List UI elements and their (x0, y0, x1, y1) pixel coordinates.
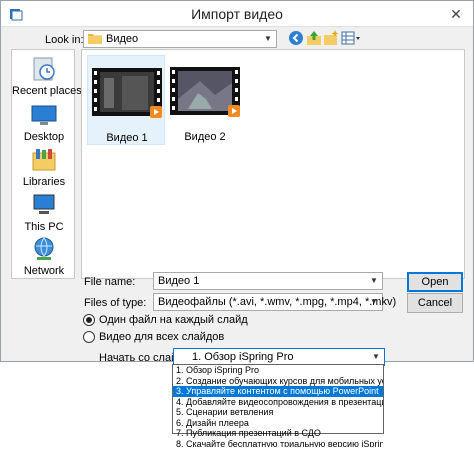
file-item-video-1[interactable]: Видео 1 (87, 55, 165, 145)
video-thumbnail-icon (92, 68, 162, 118)
dropdown-option[interactable]: 5. Сценарии ветвления (173, 407, 383, 418)
file-item-video-2[interactable]: Видео 2 (166, 55, 244, 145)
import-video-dialog: Импорт видео ✕ Look in: Видео ▼ Recent p… (0, 0, 474, 366)
radio-button[interactable] (83, 314, 95, 326)
dropdown-option-selected[interactable]: 3. Управляйте контентом с помощью PowerP… (173, 386, 383, 397)
place-label: Network (23, 265, 65, 277)
place-recent-places[interactable]: Recent places (12, 56, 82, 97)
video-thumbnail-icon (170, 67, 240, 117)
look-in-combo[interactable]: Видео ▼ (83, 30, 277, 48)
place-libraries[interactable]: Libraries (12, 147, 76, 188)
file-name: Видео 1 (106, 132, 148, 144)
folder-icon (88, 34, 102, 44)
radio-video-all-slides[interactable]: Видео для всех слайдов (83, 330, 313, 344)
dropdown-option[interactable]: 7. Публикация презентаций в СДО (173, 428, 383, 439)
dropdown-option[interactable]: 4. Добавляйте видеосопровождения в презе… (173, 397, 383, 408)
slide-dropdown-list: 1. Обзор iSpring Pro 2. Создание обучающ… (172, 364, 384, 447)
recent-places-icon (33, 57, 55, 81)
file-list: Видео 1 Видео 2 (81, 49, 465, 279)
window-title: Импорт видео (191, 6, 283, 22)
file-name-value: Видео 1 (158, 275, 200, 287)
file-name-label: File name: (84, 276, 136, 288)
network-icon (34, 237, 54, 260)
dropdown-option[interactable]: 8. Скачайте бесплатную триальную версию … (173, 439, 383, 447)
place-this-pc[interactable]: This PC (12, 192, 76, 233)
file-name: Видео 2 (184, 131, 226, 143)
new-folder-icon[interactable] (323, 30, 339, 46)
chevron-down-icon[interactable]: ▼ (368, 294, 380, 310)
view-menu-icon[interactable] (341, 30, 361, 46)
place-desktop[interactable]: Desktop (12, 102, 76, 143)
place-label: Libraries (22, 176, 66, 188)
place-network[interactable]: Network (12, 236, 76, 277)
cancel-button[interactable]: Cancel (407, 293, 463, 313)
close-button[interactable]: ✕ (447, 5, 465, 23)
radio-button[interactable] (83, 331, 95, 343)
start-slide-value: 1. Обзор iSpring Pro (192, 351, 294, 363)
look-in-label: Look in: (45, 34, 84, 46)
desktop-icon (31, 105, 57, 125)
radio-label: Видео для всех слайдов (99, 331, 225, 343)
file-type-value: Видеофайлы (*.avi, *.wmv, *.mpg, *.mp4, … (158, 296, 397, 308)
place-label: This PC (24, 221, 64, 233)
open-button[interactable]: Open (407, 272, 463, 292)
file-type-select[interactable]: Видеофайлы (*.avi, *.wmv, *.mpg, *.mp4, … (153, 293, 396, 311)
places-bar: Recent places Desktop Libraries This PC … (11, 49, 82, 279)
chevron-down-icon[interactable]: ▼ (368, 273, 380, 289)
dropdown-option[interactable]: 2. Создание обучающих курсов для мобильн… (173, 376, 383, 387)
up-folder-icon[interactable] (306, 30, 322, 46)
title-bar: Импорт видео ✕ (1, 1, 473, 27)
place-label: Recent places (12, 85, 82, 97)
radio-one-file-per-slide[interactable]: Один файл на каждый слайд (83, 313, 313, 327)
dropdown-option[interactable]: 1. Обзор iSpring Pro (173, 365, 383, 376)
back-icon[interactable] (288, 30, 304, 46)
look-in-value: Видео (106, 33, 139, 45)
dropdown-option[interactable]: 6. Дизайн плеера (173, 418, 383, 429)
place-label: Desktop (23, 131, 65, 143)
chevron-down-icon[interactable]: ▼ (370, 349, 382, 365)
file-type-label: Files of type: (84, 297, 147, 309)
libraries-icon (32, 149, 56, 171)
radio-label: Один файл на каждый слайд (99, 314, 248, 326)
chevron-down-icon[interactable]: ▼ (262, 31, 274, 47)
this-pc-icon (33, 194, 55, 214)
file-name-field[interactable]: Видео 1 ▼ (153, 272, 383, 290)
